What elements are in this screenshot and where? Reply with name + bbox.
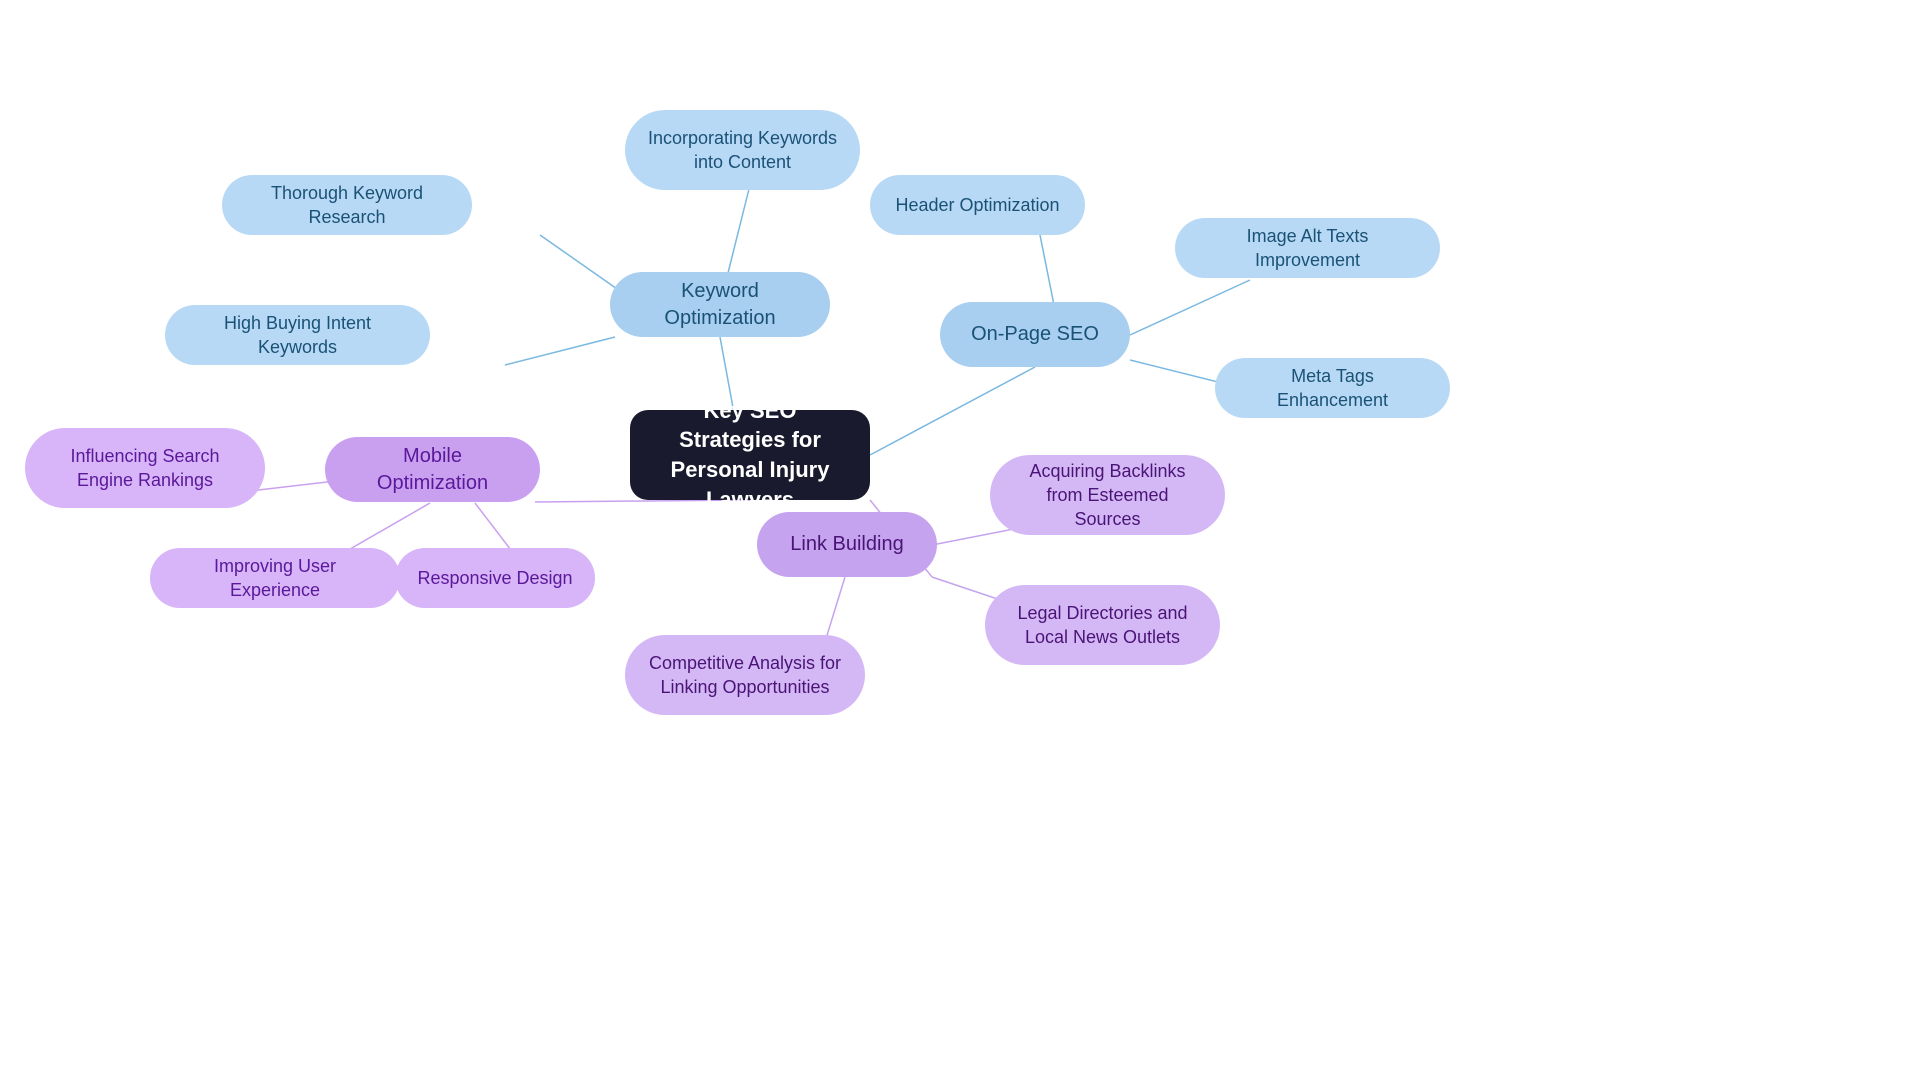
node-mobile-optimization: Mobile Optimization xyxy=(325,437,540,502)
node-competitive-analysis: Competitive Analysis for Linking Opportu… xyxy=(625,635,865,715)
node-image-alt-texts: Image Alt Texts Improvement xyxy=(1175,218,1440,278)
node-responsive-design: Responsive Design xyxy=(395,548,595,608)
node-high-buying-intent: High Buying Intent Keywords xyxy=(165,305,430,365)
node-incorporating-keywords: Incorporating Keywords into Content xyxy=(625,110,860,190)
node-link-building: Link Building xyxy=(757,512,937,577)
node-on-page-seo: On-Page SEO xyxy=(940,302,1130,367)
node-influencing-search: Influencing Search Engine Rankings xyxy=(25,428,265,508)
node-improving-ux: Improving User Experience xyxy=(150,548,400,608)
node-acquiring-backlinks: Acquiring Backlinks from Esteemed Source… xyxy=(990,455,1225,535)
node-legal-directories: Legal Directories and Local News Outlets xyxy=(985,585,1220,665)
node-thorough-keyword-research: Thorough Keyword Research xyxy=(222,175,472,235)
node-header-optimization: Header Optimization xyxy=(870,175,1085,235)
node-meta-tags: Meta Tags Enhancement xyxy=(1215,358,1450,418)
node-keyword-optimization: Keyword Optimization xyxy=(610,272,830,337)
center-node: Key SEO Strategies for Personal Injury L… xyxy=(630,410,870,500)
